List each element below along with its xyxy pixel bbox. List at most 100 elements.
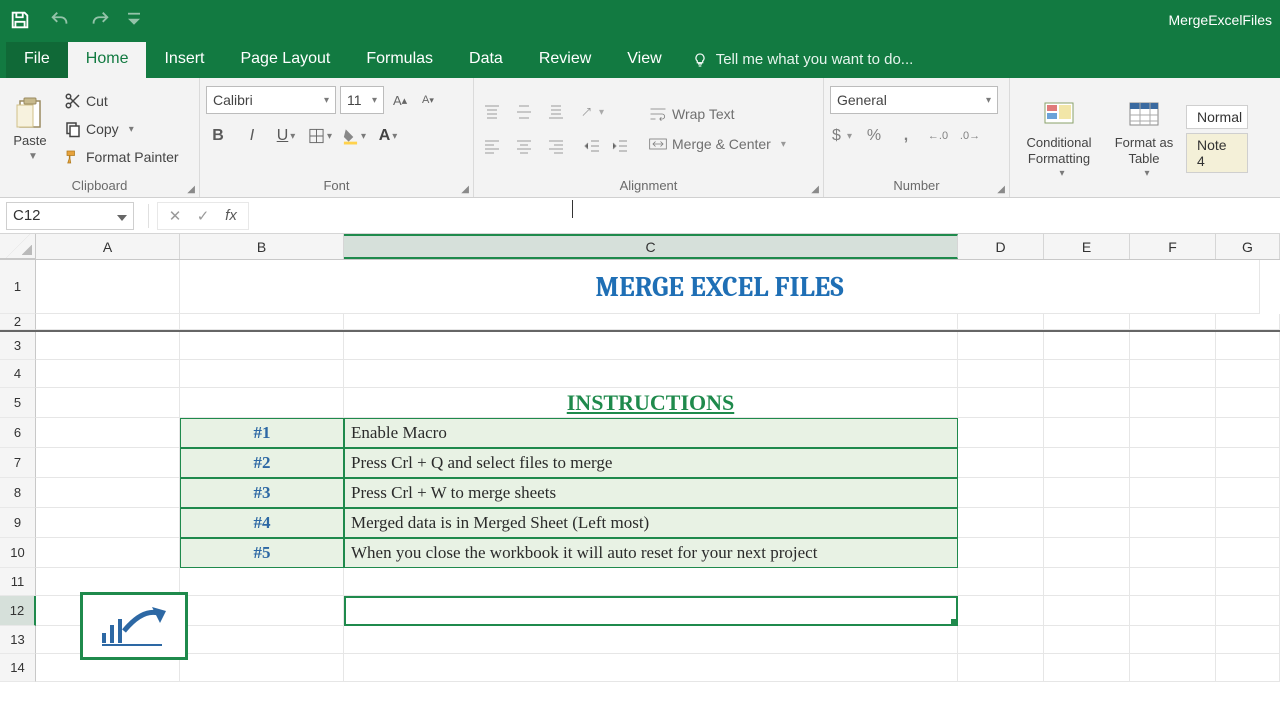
decrease-decimal-icon[interactable]: .0→ bbox=[958, 124, 982, 148]
table-row[interactable]: #3 bbox=[180, 478, 344, 508]
customize-qat-icon[interactable] bbox=[128, 8, 140, 32]
row-head[interactable]: 10 bbox=[0, 538, 36, 568]
align-center-icon[interactable] bbox=[512, 134, 536, 158]
cancel-icon[interactable]: ✕ bbox=[166, 207, 184, 225]
row-head[interactable]: 8 bbox=[0, 478, 36, 508]
borders-button[interactable]: ▾ bbox=[308, 124, 332, 148]
align-middle-icon[interactable] bbox=[512, 100, 536, 124]
align-left-icon[interactable] bbox=[480, 134, 504, 158]
orientation-icon[interactable]: ▾ bbox=[580, 100, 604, 124]
format-painter-button[interactable]: Format Painter bbox=[60, 146, 183, 168]
dialog-launcher-icon[interactable]: ◢ bbox=[811, 184, 819, 195]
row-head[interactable]: 9 bbox=[0, 508, 36, 538]
table-row[interactable]: When you close the workbook it will auto… bbox=[344, 538, 958, 568]
tab-file[interactable]: File bbox=[6, 42, 68, 78]
row-head[interactable]: 11 bbox=[0, 568, 36, 596]
dialog-launcher-icon[interactable]: ◢ bbox=[187, 184, 195, 195]
chevron-down-icon: ▾ bbox=[324, 95, 329, 106]
tab-page-layout[interactable]: Page Layout bbox=[222, 42, 348, 78]
cut-button[interactable]: Cut bbox=[60, 90, 183, 112]
col-head-a[interactable]: A bbox=[36, 234, 180, 259]
conditional-formatting-button[interactable]: Conditional Formatting▾ bbox=[1016, 95, 1102, 182]
col-head-d[interactable]: D bbox=[958, 234, 1044, 259]
wrap-text-button[interactable]: Wrap Text bbox=[644, 103, 790, 125]
font-name-combo[interactable]: Calibri▾ bbox=[206, 86, 336, 114]
row-head[interactable]: 4 bbox=[0, 360, 36, 388]
underline-button[interactable]: U▾ bbox=[274, 124, 298, 148]
copy-button[interactable]: Copy ▾ bbox=[60, 118, 183, 140]
worksheet-grid[interactable]: A B C D E F G 1 MERGE EXCEL FILES 2 3 4 … bbox=[0, 234, 1280, 682]
tab-data[interactable]: Data bbox=[451, 42, 521, 78]
sheet-title[interactable]: MERGE EXCEL FILES bbox=[180, 260, 1260, 314]
percent-format-icon[interactable]: % bbox=[862, 124, 886, 148]
instructions-header[interactable]: INSTRUCTIONS bbox=[344, 388, 958, 418]
fill-color-button[interactable]: ▾ bbox=[342, 124, 366, 148]
number-format-combo[interactable]: General▾ bbox=[830, 86, 998, 114]
row-head[interactable]: 7 bbox=[0, 448, 36, 478]
dialog-launcher-icon[interactable]: ◢ bbox=[997, 184, 1005, 195]
col-head-b[interactable]: B bbox=[180, 234, 344, 259]
font-color-button[interactable]: A▾ bbox=[376, 124, 400, 148]
increase-font-icon[interactable]: A▴ bbox=[388, 88, 412, 112]
table-row[interactable]: Press Crl + Q and select files to merge bbox=[344, 448, 958, 478]
undo-icon[interactable] bbox=[48, 8, 72, 32]
align-bottom-icon[interactable] bbox=[544, 100, 568, 124]
decrease-font-icon[interactable]: A▾ bbox=[416, 88, 440, 112]
ribbon-tabs: File Home Insert Page Layout Formulas Da… bbox=[0, 40, 1280, 78]
tab-review[interactable]: Review bbox=[521, 42, 609, 78]
col-head-c[interactable]: C bbox=[344, 234, 958, 259]
name-box[interactable]: C12 bbox=[6, 202, 134, 230]
style-normal[interactable]: Normal bbox=[1186, 105, 1248, 129]
tab-insert[interactable]: Insert bbox=[146, 42, 222, 78]
align-right-icon[interactable] bbox=[544, 134, 568, 158]
increase-decimal-icon[interactable]: ←.0 bbox=[926, 124, 950, 148]
style-note4[interactable]: Note 4 bbox=[1186, 133, 1248, 173]
increase-indent-icon[interactable] bbox=[608, 134, 632, 158]
active-cell[interactable] bbox=[344, 596, 958, 626]
dialog-launcher-icon[interactable]: ◢ bbox=[461, 184, 469, 195]
italic-button[interactable]: I bbox=[240, 124, 264, 148]
table-row[interactable]: #1 bbox=[180, 418, 344, 448]
table-row[interactable]: #5 bbox=[180, 538, 344, 568]
row-head[interactable]: 13 bbox=[0, 626, 36, 654]
table-row[interactable]: Merged data is in Merged Sheet (Left mos… bbox=[344, 508, 958, 538]
accounting-format-icon[interactable]: $▾ bbox=[830, 124, 854, 148]
decrease-indent-icon[interactable] bbox=[580, 134, 604, 158]
tab-formulas[interactable]: Formulas bbox=[348, 42, 451, 78]
row-head[interactable]: 6 bbox=[0, 418, 36, 448]
table-row[interactable]: Enable Macro bbox=[344, 418, 958, 448]
col-head-g[interactable]: G bbox=[1216, 234, 1280, 259]
row-head[interactable]: 1 bbox=[0, 260, 36, 314]
row-head[interactable]: 3 bbox=[0, 332, 36, 360]
comma-format-icon[interactable]: , bbox=[894, 124, 918, 148]
col-head-f[interactable]: F bbox=[1130, 234, 1216, 259]
tab-home[interactable]: Home bbox=[68, 42, 147, 78]
redo-icon[interactable] bbox=[88, 8, 112, 32]
table-row[interactable]: Press Crl + W to merge sheets bbox=[344, 478, 958, 508]
titlebar: MergeExcelFiles bbox=[0, 0, 1280, 40]
enter-icon[interactable]: ✓ bbox=[194, 207, 212, 225]
group-label: Number bbox=[830, 176, 1003, 195]
cell-styles-gallery[interactable]: Normal Note 4 bbox=[1186, 105, 1248, 173]
row-head[interactable]: 2 bbox=[0, 314, 36, 330]
bold-button[interactable]: B bbox=[206, 124, 230, 148]
font-size-combo[interactable]: 11▾ bbox=[340, 86, 384, 114]
row-head[interactable]: 12 bbox=[0, 596, 36, 626]
table-row[interactable]: #2 bbox=[180, 448, 344, 478]
insert-function-icon[interactable]: fx bbox=[222, 207, 240, 224]
align-top-icon[interactable] bbox=[480, 100, 504, 124]
paste-button[interactable]: Paste ▼ bbox=[6, 93, 54, 165]
row-head[interactable]: 14 bbox=[0, 654, 36, 682]
col-head-e[interactable]: E bbox=[1044, 234, 1130, 259]
table-row[interactable]: #4 bbox=[180, 508, 344, 538]
ribbon: Paste ▼ Cut Copy ▾ Format Painter C bbox=[0, 78, 1280, 198]
save-icon[interactable] bbox=[8, 8, 32, 32]
select-all-corner[interactable] bbox=[0, 234, 36, 259]
cell[interactable] bbox=[36, 260, 180, 314]
tab-view[interactable]: View bbox=[609, 42, 679, 78]
merge-center-button[interactable]: Merge & Center ▾ bbox=[644, 133, 790, 155]
formula-input[interactable] bbox=[255, 202, 1280, 230]
tell-me-search[interactable]: Tell me what you want to do... bbox=[680, 43, 926, 78]
row-head[interactable]: 5 bbox=[0, 388, 36, 418]
format-as-table-button[interactable]: Format as Table▾ bbox=[1106, 95, 1182, 182]
